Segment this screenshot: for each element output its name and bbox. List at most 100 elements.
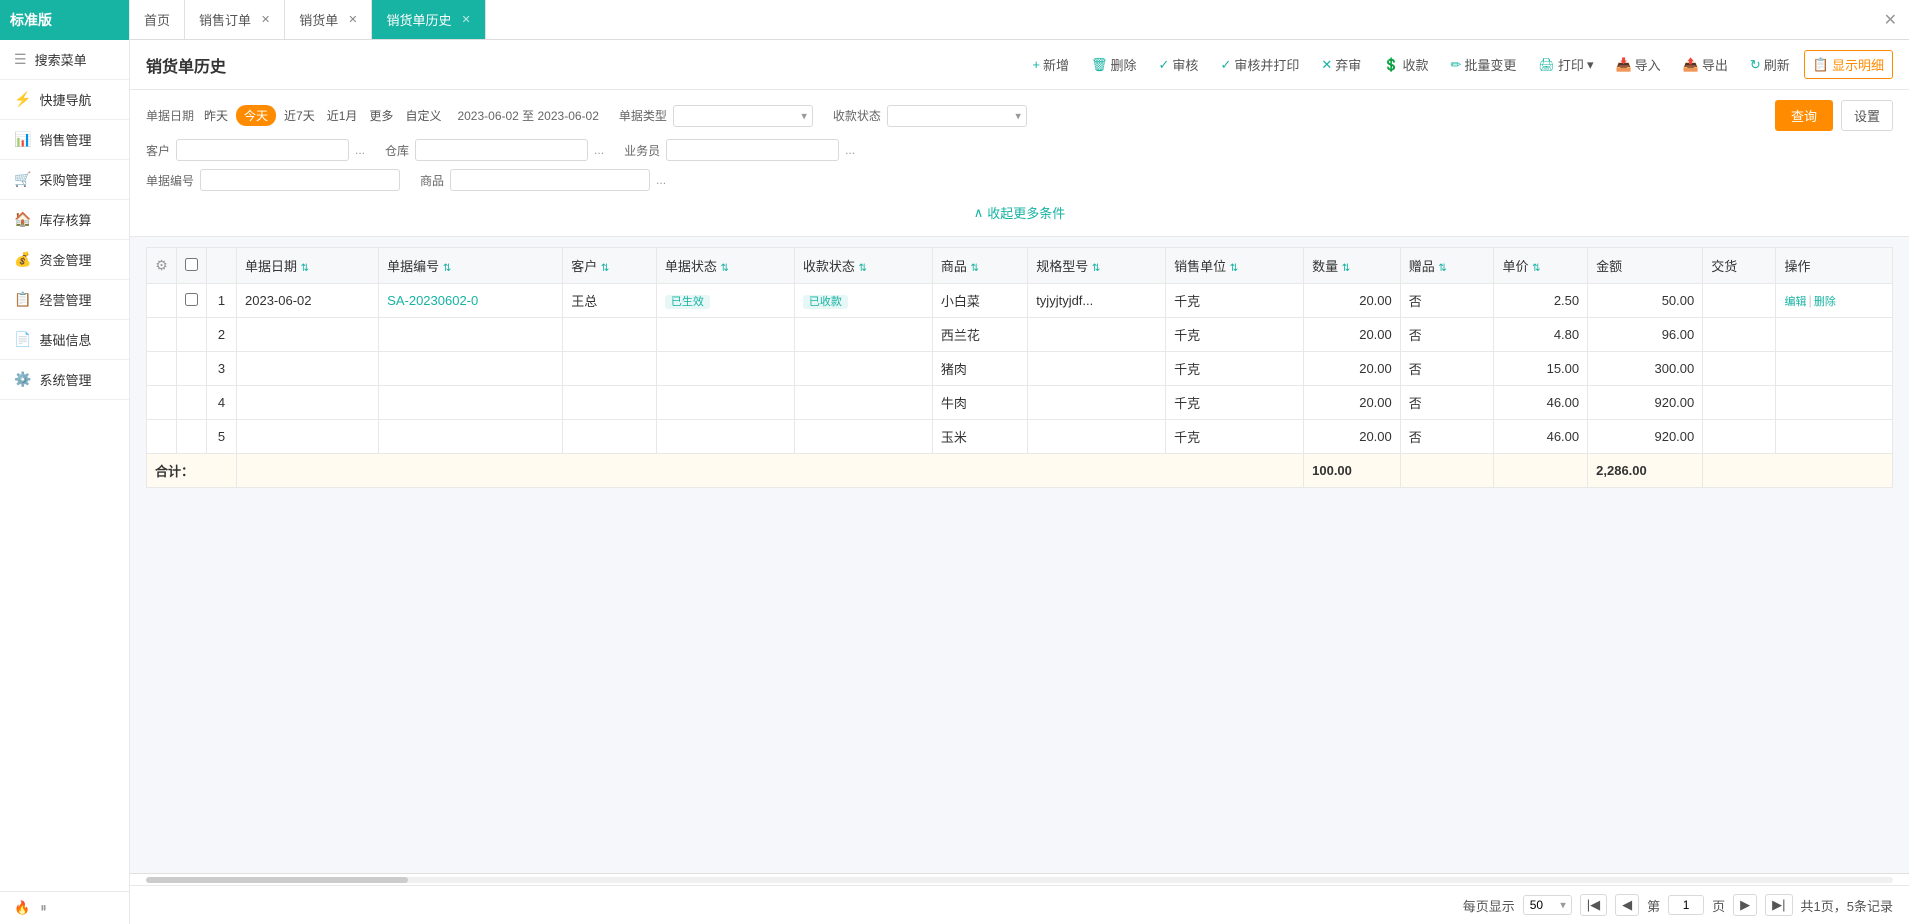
row-doc-no[interactable] [379,420,563,454]
col-doc-status[interactable]: 单据状态 ⇅ [656,248,794,284]
col-spec[interactable]: 规格型号 ⇅ [1028,248,1166,284]
review-button[interactable]: ✓ 审核 [1151,51,1207,78]
abandon-button[interactable]: ✕ 弃审 [1313,51,1369,78]
col-sales-unit[interactable]: 销售单位 ⇅ [1166,248,1304,284]
sidebar-item-ops-mgmt[interactable]: 📋 经营管理 [0,280,129,320]
salesperson-filter: 业务员 ... [624,139,855,161]
action-删除[interactable]: 删除 [1814,296,1836,308]
sidebar-item-sys-mgmt[interactable]: ⚙️ 系统管理 [0,360,129,400]
action-编辑[interactable]: 编辑 [1784,296,1806,308]
row-amount: 920.00 [1588,420,1703,454]
print-button[interactable]: 🖨 打印 ▾ [1530,51,1601,78]
col-collect-status[interactable]: 收款状态 ⇅ [794,248,932,284]
collect-button[interactable]: 💲 收款 [1375,51,1436,78]
collect-status-select[interactable] [887,105,1027,127]
sidebar-item-quick-nav[interactable]: ⚡ 快捷导航 [0,80,129,120]
horizontal-scrollbar[interactable] [130,873,1909,885]
col-goods[interactable]: 商品 ⇅ [932,248,1027,284]
sidebar-item-purchase-mgmt[interactable]: 🛒 采购管理 [0,160,129,200]
last-page-button[interactable]: ▶| [1765,894,1792,916]
row-doc-no[interactable] [379,318,563,352]
tab-sales-order-close[interactable]: ✕ [261,13,270,26]
show-detail-button[interactable]: 📋 显示明细 [1804,50,1893,79]
new-button[interactable]: + 新增 [1024,51,1077,78]
col-checkbox[interactable] [177,248,207,284]
row-amount: 300.00 [1588,352,1703,386]
row-checkbox[interactable] [177,352,207,386]
row-doc-no[interactable]: SA-20230602-0 [379,284,563,318]
refresh-button[interactable]: ↻ 刷新 [1742,51,1798,78]
sidebar-item-search-menu[interactable]: ☰ 搜索菜单 [0,40,129,80]
sidebar-item-funds-mgmt[interactable]: 💰 资金管理 [0,240,129,280]
pause-icon[interactable]: ⏸ [40,900,47,916]
row-checkbox[interactable] [177,318,207,352]
doc-type-select[interactable] [673,105,813,127]
row-checkbox[interactable] [177,284,207,318]
col-settings[interactable]: ⚙ [147,248,177,284]
export-button[interactable]: 📤 导出 [1675,51,1736,78]
col-quantity[interactable]: 数量 ⇅ [1304,248,1401,284]
col-doc-date[interactable]: 单据日期 ⇅ [237,248,379,284]
row-checkbox[interactable] [177,386,207,420]
sidebar-item-sales-mgmt[interactable]: 📊 销售管理 [0,120,129,160]
tab-sales-goods-close[interactable]: ✕ [348,13,357,26]
salesperson-input[interactable] [666,139,839,161]
row-select-checkbox[interactable] [185,293,198,306]
basic-info-icon: 📄 [14,331,31,348]
row-checkbox[interactable] [177,420,207,454]
select-all-checkbox[interactable] [185,258,198,271]
warehouse-ellipsis[interactable]: ... [594,143,604,157]
review-print-button[interactable]: ✓ 审核并打印 [1212,51,1307,78]
summary-price-spacer [1494,454,1588,488]
date-opt-more[interactable]: 更多 [365,105,397,126]
row-doc-status [656,352,794,386]
tab-sales-history-close[interactable]: ✕ [462,13,471,26]
print-icon: 🖨 [1538,57,1555,73]
row-num: 5 [207,420,237,454]
prev-page-button[interactable]: ◀ [1615,894,1639,916]
first-page-button[interactable]: |◀ [1580,894,1607,916]
tab-sales-history[interactable]: 销货单历史 ✕ [372,0,485,39]
row-doc-no[interactable] [379,386,563,420]
print-dropdown-icon: ▾ [1587,57,1594,73]
tab-home[interactable]: 首页 [130,0,185,39]
table-row: 1 2023-06-02 SA-20230602-0 王总 已生效 已收款 小白… [147,284,1893,318]
page-size-label: 每页显示 [1463,896,1515,915]
date-opt-yesterday[interactable]: 昨天 [200,105,232,126]
tab-sales-order[interactable]: 销售订单 ✕ [185,0,285,39]
page-input[interactable] [1668,895,1704,915]
row-doc-no[interactable] [379,352,563,386]
goods-ellipsis[interactable]: ... [656,173,666,187]
salesperson-ellipsis[interactable]: ... [845,143,855,157]
scrollbar-thumb[interactable] [146,877,408,883]
tab-sales-goods[interactable]: 销货单 ✕ [285,0,372,39]
setting-button[interactable]: 设置 [1841,100,1893,131]
goods-input[interactable] [450,169,650,191]
sidebar-item-basic-info[interactable]: 📄 基础信息 [0,320,129,360]
date-opt-1month[interactable]: 近1月 [323,105,362,126]
sidebar-item-inventory[interactable]: 🏠 库存核算 [0,200,129,240]
query-button[interactable]: 查询 [1775,100,1833,131]
import-button[interactable]: 📥 导入 [1607,51,1668,78]
batch-change-button[interactable]: ✏ 批量变更 [1442,51,1524,78]
warehouse-input[interactable] [415,139,588,161]
delete-button[interactable]: 🗑 删除 [1083,51,1145,78]
main-close-button[interactable]: ✕ [1872,10,1909,30]
col-doc-no[interactable]: 单据编号 ⇅ [379,248,563,284]
date-opt-custom[interactable]: 自定义 [401,105,445,126]
doc-no-input[interactable] [200,169,400,191]
row-settings [147,352,177,386]
customer-input[interactable] [176,139,349,161]
col-amount[interactable]: 金额 [1588,248,1703,284]
col-unit-price[interactable]: 单价 ⇅ [1494,248,1588,284]
date-opt-today[interactable]: 今天 [236,105,276,126]
page-size-select[interactable]: 20 50 100 200 [1523,895,1572,915]
customer-ellipsis[interactable]: ... [355,143,365,157]
fire-icon[interactable]: 🔥 [14,900,30,916]
gear-icon[interactable]: ⚙ [155,257,168,273]
col-gift[interactable]: 赠品 ⇅ [1400,248,1494,284]
next-page-button[interactable]: ▶ [1733,894,1757,916]
date-opt-7days[interactable]: 近7天 [280,105,319,126]
collapse-button[interactable]: ∧ 收起更多条件 [146,199,1893,226]
col-customer[interactable]: 客户 ⇅ [563,248,657,284]
